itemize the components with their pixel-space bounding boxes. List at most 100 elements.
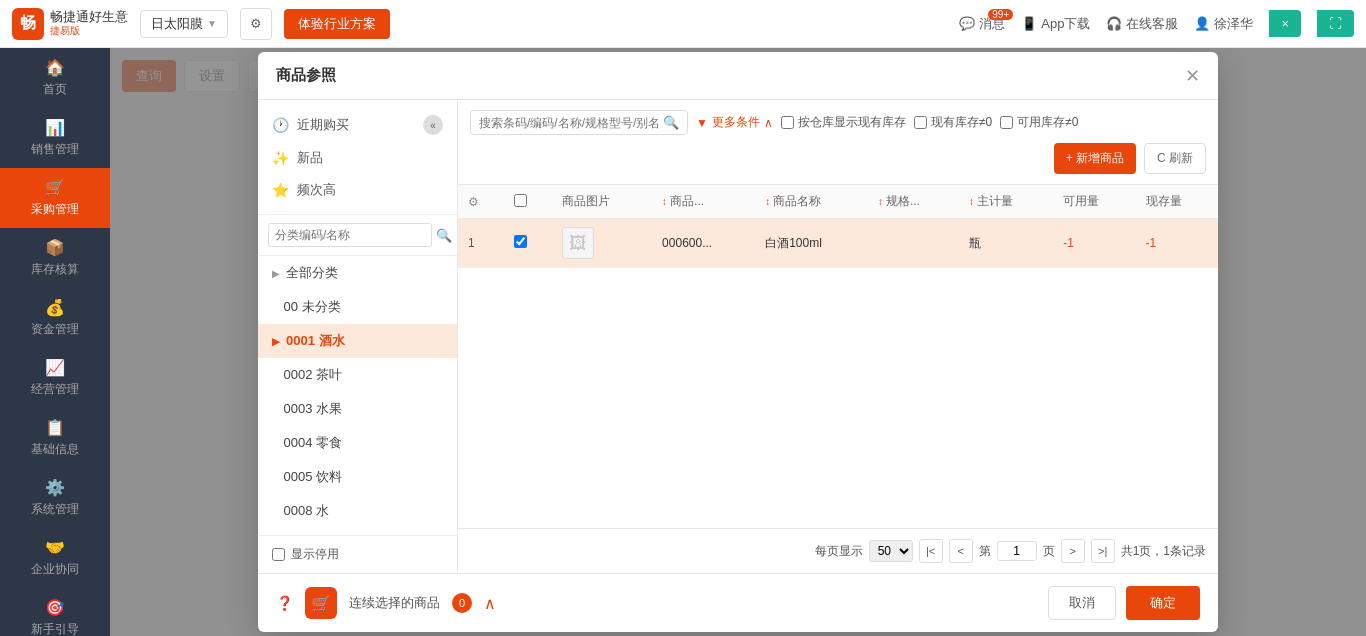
cell-image: 🖼 — [552, 219, 652, 268]
show-disabled-area: 显示停用 — [258, 535, 457, 573]
product-search-input[interactable] — [479, 116, 659, 130]
table-row[interactable]: 1 🖼 000600... 白酒100ml 瓶 — [458, 219, 1218, 268]
quick-link-new[interactable]: ✨ 新品 — [258, 142, 457, 174]
headset-icon: 🎧 — [1106, 16, 1122, 31]
sidebar-item-sales[interactable]: 📊 销售管理 — [0, 108, 110, 168]
product-table: ⚙ 商品图片 — [458, 185, 1218, 268]
expand-cart-button[interactable]: ∧ — [484, 594, 496, 613]
sidebar-item-enterprise[interactable]: 🤝 企业协同 — [0, 528, 110, 588]
select-all-checkbox[interactable] — [514, 194, 527, 207]
category-item-water[interactable]: 0008 水 — [258, 494, 457, 528]
category-search-icon[interactable]: 🔍 — [436, 228, 452, 243]
col-code[interactable]: ↕ 商品... — [652, 185, 755, 219]
store-selector[interactable]: 日太阳膜 ▼ — [140, 10, 228, 38]
next-page-button[interactable]: > — [1061, 539, 1085, 563]
help-icon[interactable]: ❓ — [276, 595, 293, 611]
row-checkbox[interactable] — [514, 235, 527, 248]
cell-checkbox[interactable] — [504, 219, 553, 268]
filter-available-nonzero[interactable]: 可用库存≠0 — [1000, 114, 1078, 131]
quick-links: 🕐 近期购买 « ✨ 新品 ⭐ 频次高 — [258, 100, 457, 215]
modal-body: 🕐 近期购买 « ✨ 新品 ⭐ 频次高 — [258, 100, 1218, 573]
guide-icon: 🎯 — [45, 598, 65, 617]
expand-button[interactable]: ⛶ — [1317, 10, 1354, 37]
refresh-button[interactable]: C 刷新 — [1144, 143, 1206, 174]
confirm-button[interactable]: 确定 — [1126, 586, 1200, 620]
filter-stock-nonzero[interactable]: 现有库存≠0 — [914, 114, 992, 131]
sidebar-item-basic-info[interactable]: 📋 基础信息 — [0, 408, 110, 468]
teal-action-button[interactable]: × — [1269, 10, 1301, 37]
col-setting[interactable]: ⚙ — [458, 185, 504, 219]
arrow-icon — [272, 472, 278, 483]
modal-toolbar: 🔍 ▼ 更多条件 ∧ 按仓库显示现有库存 — [458, 100, 1218, 185]
inventory-icon: 📦 — [45, 238, 65, 257]
quick-link-frequent[interactable]: ⭐ 频次高 — [258, 174, 457, 206]
filter-by-warehouse[interactable]: 按仓库显示现有库存 — [781, 114, 906, 131]
avatar-icon: 👤 — [1194, 16, 1210, 31]
col-unit[interactable]: ↕ 主计量 — [959, 185, 1053, 219]
category-search-input[interactable] — [268, 223, 432, 247]
logo-icon: 畅 — [12, 8, 44, 40]
cell-stock: -1 — [1136, 219, 1218, 268]
sidebar-item-inventory[interactable]: 📦 库存核算 — [0, 228, 110, 288]
settings-button[interactable]: ⚙ — [240, 8, 272, 40]
continuous-select-label: 连续选择的商品 — [349, 594, 440, 612]
per-page-select[interactable]: 50 — [869, 540, 913, 562]
category-item-beverage[interactable]: 0005 饮料 — [258, 460, 457, 494]
last-page-button[interactable]: >| — [1091, 539, 1115, 563]
page-label2: 页 — [1043, 543, 1055, 560]
category-item-tea[interactable]: 0002 茶叶 — [258, 358, 457, 392]
category-item-liquor[interactable]: ▶ 0001 酒水 — [258, 324, 457, 358]
first-page-button[interactable]: |< — [919, 539, 943, 563]
sidebar-item-operations[interactable]: 📈 经营管理 — [0, 348, 110, 408]
available-nonzero-checkbox[interactable] — [1000, 116, 1013, 129]
online-service-button[interactable]: 🎧 在线客服 — [1106, 15, 1178, 33]
category-item-snack[interactable]: 0004 零食 — [258, 426, 457, 460]
stock-nonzero-checkbox[interactable] — [914, 116, 927, 129]
category-item-appliance[interactable]: 0010 家电 — [258, 528, 457, 535]
phone-icon: 📱 — [1021, 16, 1037, 31]
modal-close-button[interactable]: ✕ — [1185, 67, 1200, 85]
page-input[interactable] — [997, 541, 1037, 561]
sidebar-item-home[interactable]: 🏠 首页 — [0, 48, 110, 108]
category-item-all[interactable]: ▶ 全部分类 — [258, 256, 457, 290]
logo-area: 畅 畅捷通好生意 捷易版 — [12, 8, 128, 40]
sidebar-item-purchase[interactable]: 🛒 采购管理 — [0, 168, 110, 228]
messages-button[interactable]: 💬 消息 99+ — [959, 15, 1005, 33]
column-setting-icon[interactable]: ⚙ — [468, 195, 479, 209]
add-product-button[interactable]: + 新增商品 — [1054, 143, 1136, 174]
top-nav: 畅 畅捷通好生意 捷易版 日太阳膜 ▼ ⚙ 体验行业方案 💬 消息 99+ 📱 … — [0, 0, 1366, 48]
warehouse-checkbox[interactable] — [781, 116, 794, 129]
col-name[interactable]: ↕ 商品名称 — [755, 185, 868, 219]
quick-link-recent[interactable]: 🕐 近期购买 « — [258, 108, 457, 142]
more-filter-button[interactable]: ▼ 更多条件 ∧ — [696, 114, 773, 131]
main-layout: 🏠 首页 📊 销售管理 🛒 采购管理 📦 库存核算 💰 资金管理 📈 经营管理 … — [0, 48, 1366, 636]
modal-title: 商品参照 — [276, 66, 336, 85]
app-download-button[interactable]: 📱 App下载 — [1021, 15, 1090, 33]
cancel-button[interactable]: 取消 — [1048, 586, 1116, 620]
trial-button[interactable]: 体验行业方案 — [284, 9, 390, 39]
sort-icon: ↕ — [969, 196, 974, 207]
user-avatar[interactable]: 👤 徐泽华 — [1194, 15, 1253, 33]
chevron-down-icon: ▼ — [207, 18, 217, 29]
search-wrap: 🔍 — [470, 110, 688, 135]
sidebar-item-guide[interactable]: 🎯 新手引导 — [0, 588, 110, 636]
star-icon: ⭐ — [272, 182, 289, 198]
sidebar-item-system[interactable]: ⚙️ 系统管理 — [0, 468, 110, 528]
pagination-bar: 每页显示 50 |< < 第 页 > >| 共1页，1条记录 — [458, 528, 1218, 573]
sort-icon: ↕ — [765, 196, 770, 207]
category-item-fruit[interactable]: 0003 水果 — [258, 392, 457, 426]
prev-page-button[interactable]: < — [949, 539, 973, 563]
category-item-unclassified[interactable]: 00 未分类 — [258, 290, 457, 324]
show-disabled-checkbox[interactable] — [272, 548, 285, 561]
purchase-icon: 🛒 — [45, 178, 65, 197]
sort-icon: ↕ — [662, 196, 667, 207]
collapse-button[interactable]: « — [423, 115, 443, 135]
search-icon[interactable]: 🔍 — [663, 115, 679, 130]
col-spec[interactable]: ↕ 规格... — [868, 185, 959, 219]
sales-icon: 📊 — [45, 118, 65, 137]
arrow-icon: ▶ — [272, 268, 280, 279]
cart-button[interactable]: 🛒 — [305, 587, 337, 619]
category-list: ▶ 全部分类 00 未分类 ▶ 0001 酒水 — [258, 256, 457, 535]
category-search: 🔍 — [258, 215, 457, 256]
sidebar-item-finance[interactable]: 💰 资金管理 — [0, 288, 110, 348]
